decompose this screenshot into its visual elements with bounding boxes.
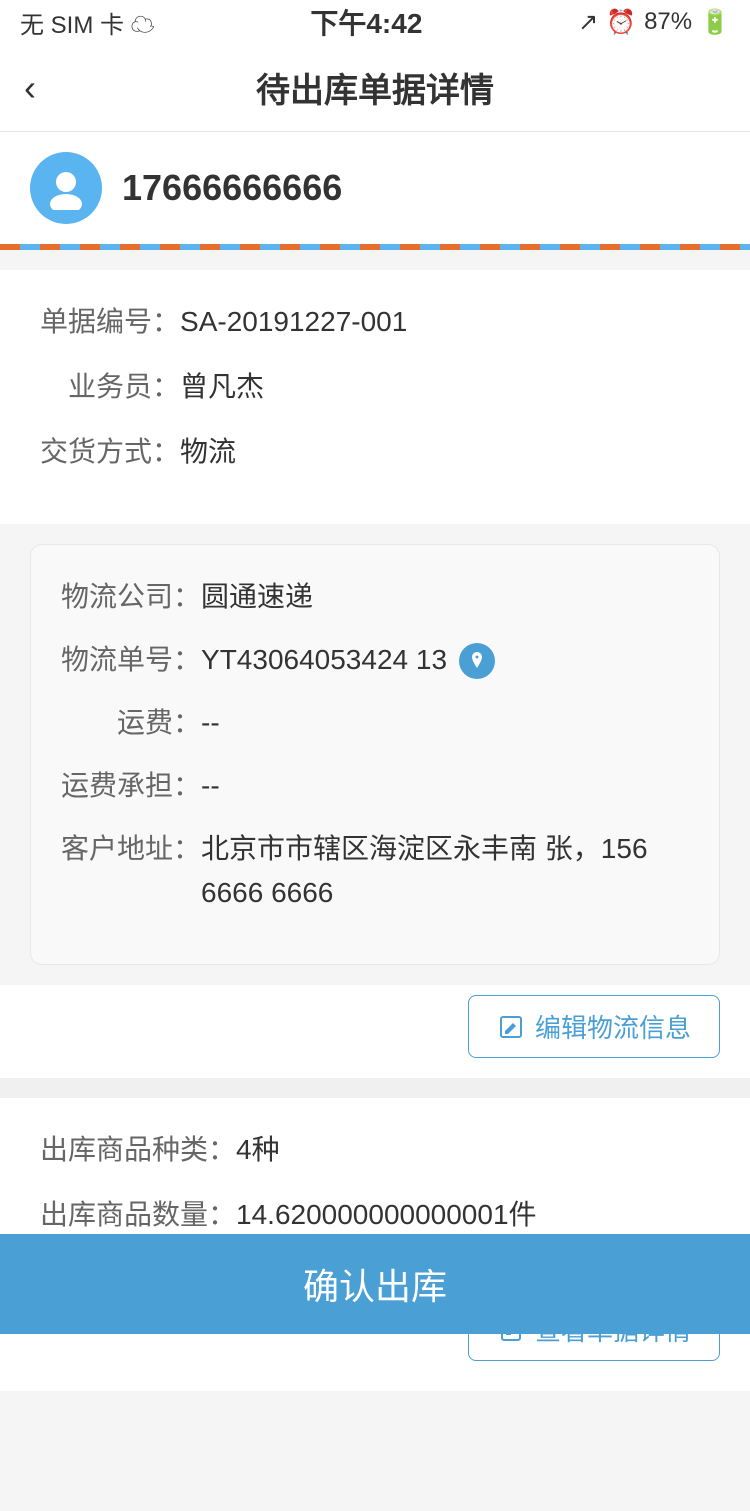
freight-bearer-row: 运费承担： -- xyxy=(61,764,689,809)
location-status-icon: ↗ xyxy=(578,8,598,37)
freight-row: 运费： -- xyxy=(61,701,689,746)
edit-logistics-button[interactable]: 编辑物流信息 xyxy=(468,995,720,1058)
status-bar: 无 SIM 卡 ☁ 下午4:42 ↗ ⏰ 87% 🔋 xyxy=(0,0,750,44)
address-row: 客户地址： 北京市市辖区海淀区永丰南 张，156 6666 6666 xyxy=(61,827,689,917)
logistics-company-value: 圆通速递 xyxy=(201,575,689,620)
goods-type-row: 出库商品种类： 4种 xyxy=(40,1128,710,1173)
freight-value: -- xyxy=(201,701,689,746)
edit-icon xyxy=(497,1013,525,1041)
order-no-label: 单据编号： xyxy=(40,300,180,345)
order-no-row: 单据编号： SA-20191227-001 xyxy=(40,300,710,345)
tracking-number: YT43064053424 13 xyxy=(201,638,447,683)
goods-type-value: 4种 xyxy=(236,1128,710,1173)
logistics-company-label: 物流公司： xyxy=(61,575,201,620)
freight-bearer-label: 运费承担： xyxy=(61,764,201,809)
user-phone: 17666666666 xyxy=(122,167,342,209)
battery-level: 87% xyxy=(644,8,692,36)
page-title: 待出库单据详情 xyxy=(256,63,494,112)
delivery-row: 交货方式： 物流 xyxy=(40,430,710,475)
order-info-section: 单据编号： SA-20191227-001 业务员： 曾凡杰 交货方式： 物流 xyxy=(0,270,750,524)
goods-count-value: 14.620000000000001件 xyxy=(236,1193,710,1238)
freight-label: 运费： xyxy=(61,701,201,746)
confirm-button[interactable]: 确认出库 xyxy=(0,1234,750,1334)
tracking-value-container: YT43064053424 13 xyxy=(201,638,495,683)
back-button[interactable]: ‹ xyxy=(24,67,36,109)
salesperson-row: 业务员： 曾凡杰 xyxy=(40,365,710,410)
status-left: 无 SIM 卡 ☁ xyxy=(20,5,155,40)
logistics-company-row: 物流公司： 圆通速递 xyxy=(61,575,689,620)
avatar xyxy=(30,152,102,224)
delivery-value: 物流 xyxy=(180,430,710,475)
goods-count-label: 出库商品数量： xyxy=(40,1193,236,1238)
sim-status: 无 SIM 卡 ☁ xyxy=(20,5,155,40)
edit-logistics-label: 编辑物流信息 xyxy=(535,1008,691,1045)
bottom-padding xyxy=(0,1391,750,1511)
confirm-label: 确认出库 xyxy=(303,1258,447,1310)
map-location-icon[interactable] xyxy=(459,643,495,679)
logistics-card: 物流公司： 圆通速递 物流单号： YT43064053424 13 运费： --… xyxy=(30,544,720,965)
logistics-tracking-row: 物流单号： YT43064053424 13 xyxy=(61,638,689,683)
nav-bar: ‹ 待出库单据详情 xyxy=(0,44,750,132)
logistics-tracking-label: 物流单号： xyxy=(61,638,201,683)
freight-bearer-value: -- xyxy=(201,764,689,809)
alarm-icon: ⏰ xyxy=(606,8,636,37)
salesperson-label: 业务员： xyxy=(40,365,180,410)
order-no-value: SA-20191227-001 xyxy=(180,300,710,345)
section-divider xyxy=(0,1078,750,1098)
battery-icon: 🔋 xyxy=(700,8,730,37)
edit-btn-container: 编辑物流信息 xyxy=(0,985,750,1078)
status-time: 下午4:42 xyxy=(310,2,422,42)
goods-count-row: 出库商品数量： 14.620000000000001件 xyxy=(40,1193,710,1238)
user-section: 17666666666 xyxy=(0,132,750,244)
goods-type-label: 出库商品种类： xyxy=(40,1128,236,1173)
address-value: 北京市市辖区海淀区永丰南 张，156 6666 6666 xyxy=(201,827,689,917)
address-label: 客户地址： xyxy=(61,827,201,872)
dashed-divider xyxy=(0,244,750,250)
delivery-label: 交货方式： xyxy=(40,430,180,475)
salesperson-value: 曾凡杰 xyxy=(180,365,710,410)
status-right: ↗ ⏰ 87% 🔋 xyxy=(578,8,730,37)
